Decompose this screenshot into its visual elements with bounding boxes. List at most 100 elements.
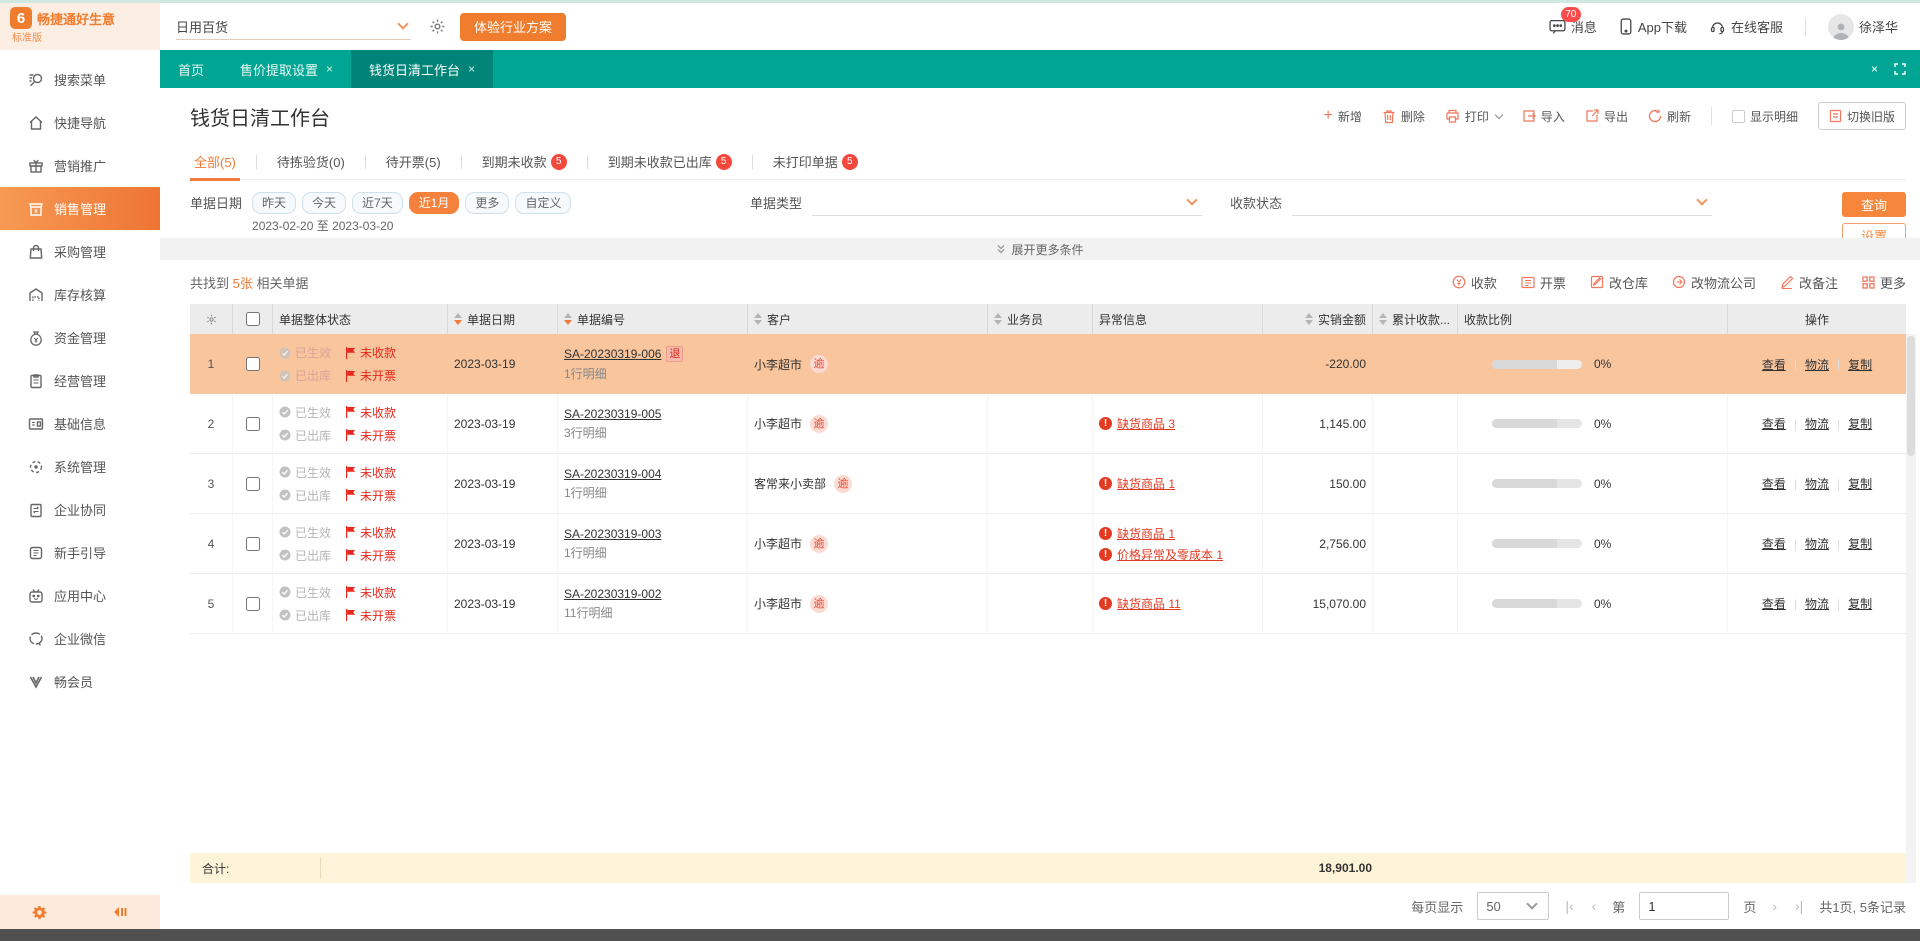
next-page-icon[interactable]: ›: [1770, 898, 1779, 914]
filter-tab-unprinted[interactable]: 未打印单据 5: [769, 144, 862, 180]
header-code[interactable]: 单据编号: [557, 304, 747, 334]
view-link[interactable]: 查看: [1762, 415, 1786, 432]
sidebar-item-sales[interactable]: 销售管理: [0, 187, 160, 230]
tab-price-settings[interactable]: 售价提取设置 ×: [222, 50, 351, 88]
quick-7days[interactable]: 近7天: [352, 192, 403, 214]
workspace-select[interactable]: 日用百货: [176, 14, 411, 40]
sidebar-item-member[interactable]: 畅会员: [0, 660, 160, 703]
sidebar-item-app-center[interactable]: 应用中心: [0, 574, 160, 617]
refresh-button[interactable]: 刷新: [1648, 108, 1691, 125]
quick-today[interactable]: 今天: [302, 192, 347, 214]
exception-link[interactable]: 缺货商品 1: [1117, 475, 1175, 492]
row-checkbox[interactable]: [245, 536, 260, 551]
per-page-select[interactable]: 50: [1477, 892, 1550, 920]
logistics-link[interactable]: 物流: [1805, 415, 1829, 432]
table-row[interactable]: 5 已生效 未收款 已出库 未开票 2023-03-19 SA-20230319…: [190, 574, 1906, 634]
row-checkbox[interactable]: [245, 476, 260, 491]
table-row[interactable]: 3 已生效 未收款 已出库 未开票 2023-03-19 SA-20230319…: [190, 454, 1906, 514]
sidebar-item-quick-nav[interactable]: 快捷导航: [0, 101, 160, 144]
table-row[interactable]: 2 已生效 未收款 已出库 未开票 2023-03-19 SA-20230319…: [190, 394, 1906, 454]
page-number-input[interactable]: [1639, 892, 1730, 920]
order-code-link[interactable]: SA-20230319-004: [564, 467, 661, 481]
add-button[interactable]: + 新增: [1324, 108, 1362, 125]
switch-old-version-button[interactable]: 切换旧版: [1817, 102, 1906, 130]
sidebar-item-marketing[interactable]: 营销推广: [0, 144, 160, 187]
copy-link[interactable]: 复制: [1848, 595, 1872, 612]
collapse-sidebar-icon[interactable]: [112, 905, 128, 919]
gear-icon[interactable]: [429, 18, 446, 35]
filter-tab-to-invoice[interactable]: 待开票(5): [382, 144, 445, 180]
sidebar-item-system[interactable]: 系统管理: [0, 445, 160, 488]
view-link[interactable]: 查看: [1762, 475, 1786, 492]
first-page-icon[interactable]: |‹: [1563, 898, 1575, 914]
change-remark-button[interactable]: 改备注: [1780, 273, 1838, 292]
sidebar-item-search-menu[interactable]: 搜索菜单: [0, 58, 160, 101]
filter-tab-due-unpaid[interactable]: 到期未收款 5: [478, 144, 571, 180]
fullscreen-icon[interactable]: [1894, 63, 1906, 75]
print-button[interactable]: 打印: [1445, 108, 1504, 125]
header-status[interactable]: 单据整体状态: [272, 304, 447, 334]
copy-link[interactable]: 复制: [1848, 475, 1872, 492]
column-settings-gear-icon[interactable]: [190, 304, 232, 334]
view-link[interactable]: 查看: [1762, 535, 1786, 552]
copy-link[interactable]: 复制: [1848, 356, 1872, 373]
quick-1month[interactable]: 近1月: [408, 192, 460, 214]
messages-button[interactable]: 消息 70: [1549, 7, 1597, 36]
sidebar-item-base-info[interactable]: 基础信息: [0, 402, 160, 445]
tab-home[interactable]: 首页: [160, 50, 222, 88]
query-button[interactable]: 查询: [1842, 192, 1906, 217]
more-actions-button[interactable]: 更多: [1862, 273, 1906, 292]
settings-gear-icon[interactable]: [32, 905, 47, 920]
last-page-icon[interactable]: ›|: [1793, 898, 1805, 914]
sidebar-item-collaboration[interactable]: 企业协同: [0, 488, 160, 531]
delete-button[interactable]: 删除: [1382, 108, 1425, 125]
date-range-value[interactable]: 2023-02-20 至 2023-03-20: [252, 217, 571, 234]
order-code-link[interactable]: SA-20230319-006: [564, 347, 661, 361]
table-row[interactable]: 4 已生效 未收款 已出库 未开票 2023-03-19 SA-20230319…: [190, 514, 1906, 574]
sidebar-item-funds[interactable]: 资金管理: [0, 316, 160, 359]
view-link[interactable]: 查看: [1762, 595, 1786, 612]
app-download-button[interactable]: App下载: [1619, 17, 1687, 36]
filter-tab-all[interactable]: 全部(5): [190, 144, 240, 181]
view-link[interactable]: 查看: [1762, 356, 1786, 373]
export-button[interactable]: 导出: [1585, 108, 1628, 125]
exception-link[interactable]: 价格异常及零成本 1: [1117, 546, 1223, 563]
quick-custom[interactable]: 自定义: [515, 192, 572, 214]
close-all-icon[interactable]: ×: [1871, 62, 1878, 76]
filter-tab-due-unpaid-shipped[interactable]: 到期未收款已出库 5: [604, 144, 736, 180]
header-customer[interactable]: 客户: [747, 304, 987, 334]
sidebar-item-purchase[interactable]: 采购管理: [0, 230, 160, 273]
trial-plan-button[interactable]: 体验行业方案: [460, 12, 567, 41]
sidebar-item-operations[interactable]: 经营管理: [0, 359, 160, 402]
logistics-link[interactable]: 物流: [1805, 595, 1829, 612]
order-code-link[interactable]: SA-20230319-005: [564, 407, 661, 421]
header-amount[interactable]: 实销金额: [1262, 304, 1372, 334]
expand-more-conditions[interactable]: 展开更多条件: [160, 238, 1920, 260]
sidebar-item-inventory[interactable]: 库存核算: [0, 273, 160, 316]
filter-tab-to-pick[interactable]: 待拣验货(0): [273, 144, 349, 180]
header-salesman[interactable]: 业务员: [987, 304, 1092, 334]
row-checkbox[interactable]: [245, 357, 260, 371]
quick-more[interactable]: 更多: [465, 192, 510, 214]
show-detail-checkbox[interactable]: 显示明细: [1731, 108, 1798, 125]
row-checkbox[interactable]: [245, 416, 260, 431]
close-icon[interactable]: ×: [326, 62, 333, 76]
sidebar-item-wecom[interactable]: 企业微信: [0, 617, 160, 660]
online-service-button[interactable]: 在线客服: [1709, 17, 1783, 36]
user-menu[interactable]: 徐泽华: [1827, 13, 1898, 40]
order-code-link[interactable]: SA-20230319-002: [564, 587, 661, 601]
logistics-link[interactable]: 物流: [1805, 356, 1829, 373]
quick-yesterday[interactable]: 昨天: [252, 192, 297, 214]
exception-link[interactable]: 缺货商品 3: [1117, 415, 1175, 432]
receive-payment-button[interactable]: 收款: [1452, 273, 1497, 292]
tab-daily-workbench[interactable]: 钱货日清工作台 ×: [351, 50, 494, 88]
table-row[interactable]: 1 已生效 未收款 已出库 未开票 2023-03-19 SA-20230319…: [190, 334, 1906, 394]
doc-type-select[interactable]: [812, 192, 1203, 216]
pay-status-select[interactable]: [1292, 192, 1713, 216]
import-button[interactable]: 导入: [1522, 108, 1565, 125]
table-scrollbar[interactable]: [1906, 334, 1916, 883]
exception-link[interactable]: 缺货商品 1: [1117, 525, 1175, 542]
invoice-button[interactable]: 开票: [1521, 273, 1566, 292]
sidebar-item-beginner-guide[interactable]: 新手引导: [0, 531, 160, 574]
logistics-link[interactable]: 物流: [1805, 475, 1829, 492]
